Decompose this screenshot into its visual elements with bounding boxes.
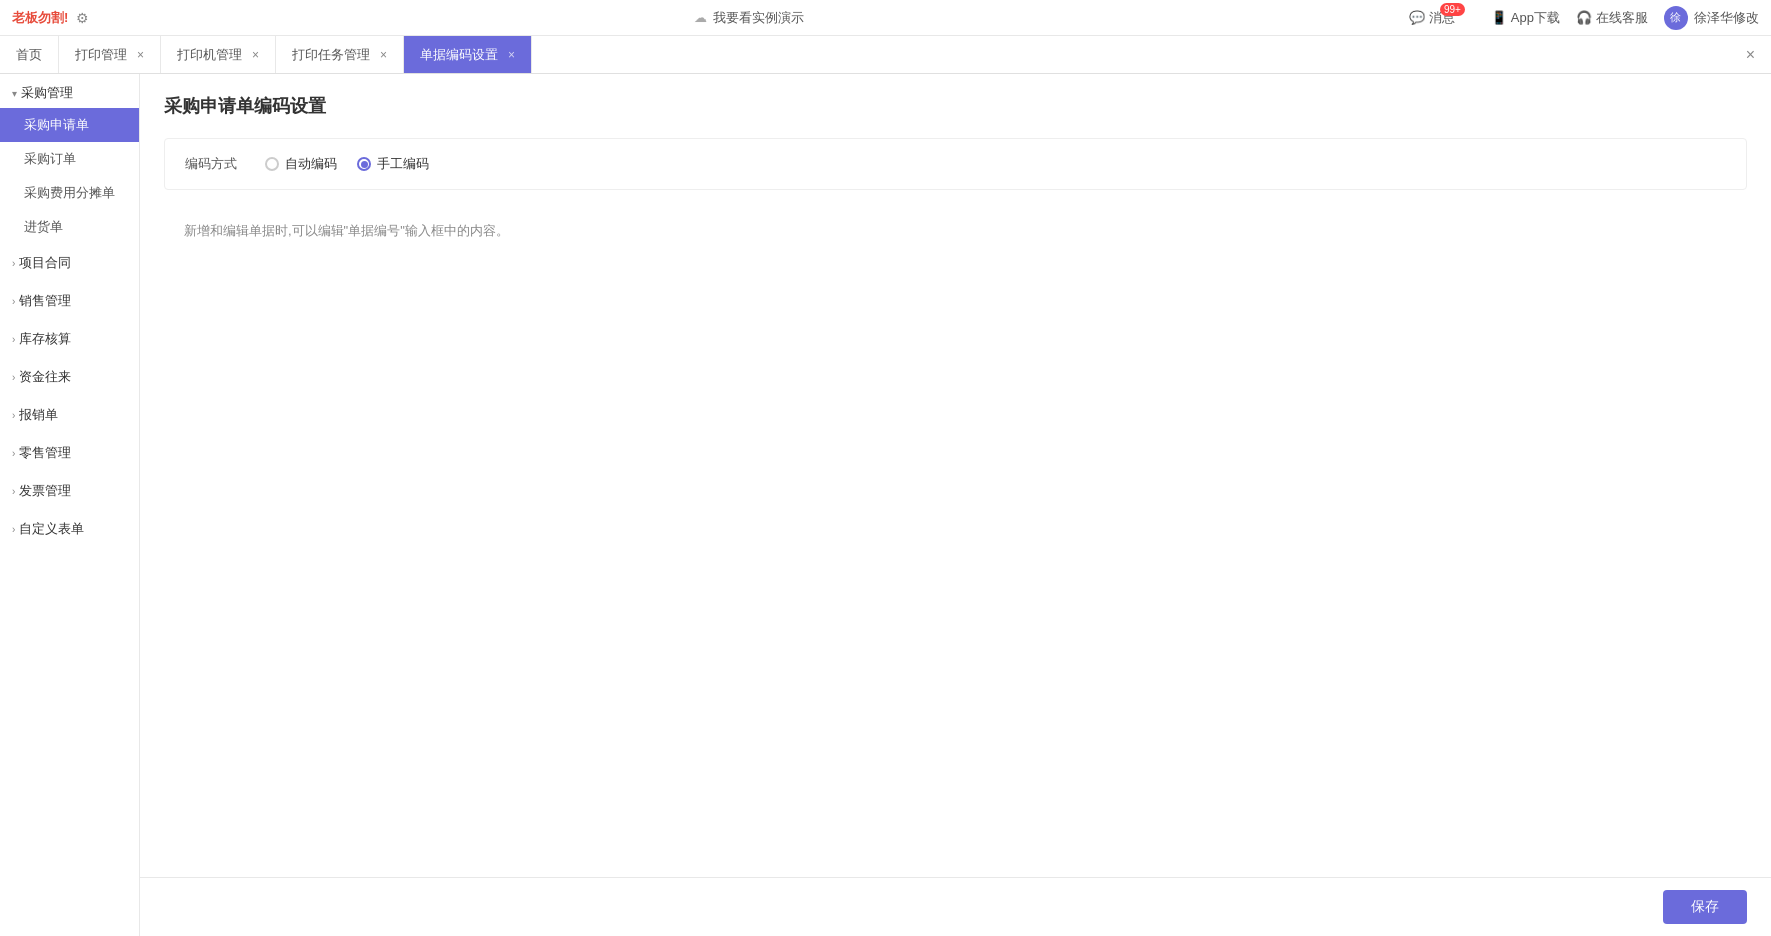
invoice-mgmt-arrow: › (12, 486, 15, 497)
sidebar-item-purchase-order[interactable]: 采购订单 (0, 142, 139, 176)
tab-single-code-setting[interactable]: 单据编码设置 × (404, 36, 532, 73)
return-sales-arrow: › (12, 410, 15, 421)
sidebar-item-purchase-order-label: 采购订单 (24, 151, 76, 166)
page-title: 采购申请单编码设置 (164, 94, 1747, 118)
sidebar-group-sales-mgmt[interactable]: › 销售管理 (0, 282, 139, 320)
inventory-label: 库存核算 (19, 330, 71, 348)
retail-mgmt-arrow: › (12, 448, 15, 459)
sidebar-item-incoming[interactable]: 进货单 (0, 210, 139, 244)
retail-mgmt-label: 零售管理 (19, 444, 71, 462)
radio-group: 自动编码 手工编码 (265, 155, 429, 173)
tab-bar: 首页 打印管理 × 打印机管理 × 打印任务管理 × 单据编码设置 × × (0, 36, 1771, 74)
auto-code-radio-circle (265, 157, 279, 171)
message-badge: 99+ (1440, 3, 1465, 16)
tab-printer-mgmt-close[interactable]: × (252, 48, 259, 62)
project-contract-arrow: › (12, 258, 15, 269)
description-text: 新增和编辑单据时,可以编辑"单据编号"输入框中的内容。 (164, 206, 1747, 256)
save-button[interactable]: 保存 (1663, 890, 1747, 924)
user-name: 徐泽华修改 (1694, 9, 1759, 27)
purchase-mgmt-arrow: ▾ (12, 88, 17, 99)
manual-code-radio-circle (357, 157, 371, 171)
sidebar-item-incoming-label: 进货单 (24, 219, 63, 234)
manual-code-label: 手工编码 (377, 155, 429, 173)
online-service-button[interactable]: 🎧 在线客服 (1576, 9, 1648, 27)
code-method-row: 编码方式 自动编码 手工编码 (185, 155, 1726, 173)
sidebar-group-inventory[interactable]: › 库存核算 (0, 320, 139, 358)
online-service-icon: 🎧 (1576, 10, 1592, 25)
tab-print-mgmt-label: 打印管理 (75, 46, 127, 64)
code-method-label: 编码方式 (185, 155, 241, 173)
message-button[interactable]: 💬 消息 99+ (1409, 9, 1455, 27)
tab-printer-mgmt[interactable]: 打印机管理 × (161, 36, 276, 73)
sidebar-item-purchase-request[interactable]: 采购申请单 (0, 108, 139, 142)
sidebar-group-invoice-mgmt[interactable]: › 发票管理 (0, 472, 139, 510)
auto-code-radio[interactable]: 自动编码 (265, 155, 337, 173)
inventory-arrow: › (12, 334, 15, 345)
avatar: 徐 (1664, 6, 1688, 30)
tab-single-code-setting-close[interactable]: × (508, 48, 515, 62)
sidebar-group-purchase-mgmt: ▾ 采购管理 采购申请单 采购订单 采购费用分摊单 进货单 (0, 74, 139, 244)
top-bar-center: ☁ 我要看实例演示 (694, 9, 804, 27)
content-footer: 保存 (140, 877, 1771, 936)
sidebar-group-return-sales[interactable]: › 报销单 (0, 396, 139, 434)
code-method-section: 编码方式 自动编码 手工编码 (164, 138, 1747, 190)
invoice-mgmt-label: 发票管理 (19, 482, 71, 500)
top-bar: 老板勿割! ⚙ ☁ 我要看实例演示 💬 消息 99+ 📱 App下载 🎧 在线客… (0, 0, 1771, 36)
sidebar: ▾ 采购管理 采购申请单 采购订单 采购费用分摊单 进货单 › 项目合同 › 销… (0, 74, 140, 936)
tab-print-mgmt[interactable]: 打印管理 × (59, 36, 161, 73)
content-inner: 采购申请单编码设置 编码方式 自动编码 手工编码 (140, 74, 1771, 877)
main-layout: ▾ 采购管理 采购申请单 采购订单 采购费用分摊单 进货单 › 项目合同 › 销… (0, 74, 1771, 936)
settings-icon[interactable]: ⚙ (76, 10, 89, 26)
user-area[interactable]: 徐 徐泽华修改 (1664, 6, 1759, 30)
app-download-label: App下载 (1511, 9, 1560, 27)
content-area: 采购申请单编码设置 编码方式 自动编码 手工编码 (140, 74, 1771, 936)
cloud-icon: ☁ (694, 10, 707, 25)
top-bar-right: 💬 消息 99+ 📱 App下载 🎧 在线客服 徐 徐泽华修改 (1409, 6, 1759, 30)
sidebar-group-purchase-mgmt-title[interactable]: ▾ 采购管理 (0, 74, 139, 108)
return-sales-label: 报销单 (19, 406, 58, 424)
manual-code-radio[interactable]: 手工编码 (357, 155, 429, 173)
fund-flow-arrow: › (12, 372, 15, 383)
online-service-label: 在线客服 (1596, 9, 1648, 27)
custom-form-label: 自定义表单 (19, 520, 84, 538)
tab-bar-close-all[interactable]: × (1730, 36, 1771, 73)
fund-flow-label: 资金往来 (19, 368, 71, 386)
demo-link[interactable]: 我要看实例演示 (713, 9, 804, 27)
sales-mgmt-label: 销售管理 (19, 292, 71, 310)
project-contract-label: 项目合同 (19, 254, 71, 272)
sidebar-item-purchase-expense[interactable]: 采购费用分摊单 (0, 176, 139, 210)
tab-printer-mgmt-label: 打印机管理 (177, 46, 242, 64)
tab-print-task-mgmt-label: 打印任务管理 (292, 46, 370, 64)
top-bar-left: 老板勿割! ⚙ (12, 9, 89, 27)
app-download-button[interactable]: 📱 App下载 (1491, 9, 1560, 27)
sidebar-group-retail-mgmt[interactable]: › 零售管理 (0, 434, 139, 472)
app-download-icon: 📱 (1491, 10, 1507, 25)
logo-text: 老板勿割! (12, 9, 68, 27)
tab-print-task-mgmt[interactable]: 打印任务管理 × (276, 36, 404, 73)
tab-print-task-mgmt-close[interactable]: × (380, 48, 387, 62)
message-icon: 💬 (1409, 10, 1425, 25)
sidebar-item-purchase-request-label: 采购申请单 (24, 117, 89, 132)
sidebar-group-custom-form[interactable]: › 自定义表单 (0, 510, 139, 548)
tab-single-code-setting-label: 单据编码设置 (420, 46, 498, 64)
sales-mgmt-arrow: › (12, 296, 15, 307)
sidebar-item-purchase-expense-label: 采购费用分摊单 (24, 185, 115, 200)
sidebar-group-fund-flow[interactable]: › 资金往来 (0, 358, 139, 396)
sidebar-group-project-contract[interactable]: › 项目合同 (0, 244, 139, 282)
tab-print-mgmt-close[interactable]: × (137, 48, 144, 62)
purchase-mgmt-label: 采购管理 (21, 84, 73, 102)
tab-home-label: 首页 (16, 46, 42, 64)
auto-code-label: 自动编码 (285, 155, 337, 173)
custom-form-arrow: › (12, 524, 15, 535)
tab-home[interactable]: 首页 (0, 36, 59, 73)
